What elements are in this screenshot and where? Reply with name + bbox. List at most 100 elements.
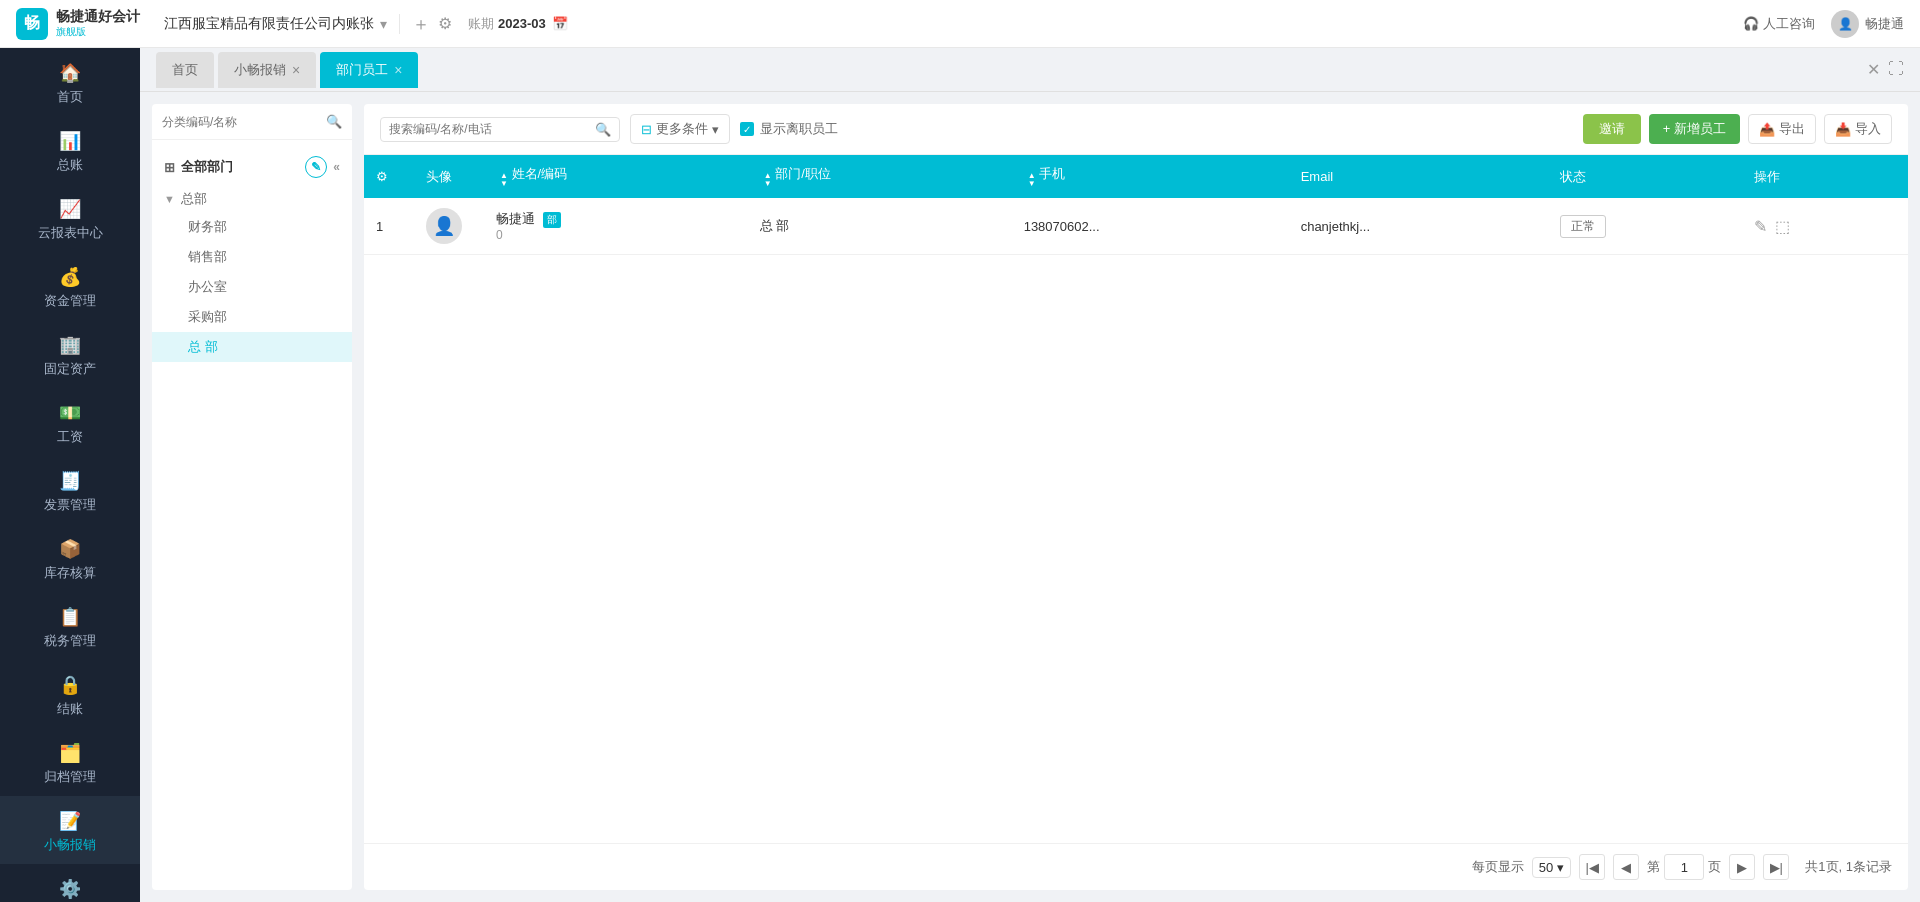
company-name[interactable]: 江西服宝精品有限责任公司内账张 ▾ — [164, 15, 387, 33]
employee-dept-badge: 部 — [543, 212, 561, 228]
cell-email: chanjethkj... — [1289, 198, 1548, 255]
sidebar-item-closing[interactable]: 🔒 结账 — [0, 660, 140, 728]
tab-close-all-icon[interactable]: ✕ — [1867, 60, 1880, 79]
col-dept-position[interactable]: ▲▼ 部门/职位 — [748, 155, 1012, 198]
main-layout: 🏠 首页 📊 总账 📈 云报表中心 💰 资金管理 🏢 固定资产 💵 工资 🧾 发… — [0, 48, 1920, 902]
edit-employee-icon[interactable]: ✎ — [1754, 217, 1767, 236]
dept-search-input[interactable] — [162, 115, 320, 129]
add-company-button[interactable]: ＋ — [412, 12, 430, 36]
total-info: 共1页, 1条记录 — [1805, 858, 1892, 876]
sidebar-item-invoice[interactable]: 🧾 发票管理 — [0, 456, 140, 524]
tab-dept-close[interactable]: × — [394, 62, 402, 78]
add-employee-button[interactable]: + 新增员工 — [1649, 114, 1740, 144]
sidebar-item-funds[interactable]: 💰 资金管理 — [0, 252, 140, 320]
export-button[interactable]: 📤 导出 — [1748, 114, 1816, 144]
import-label: 导入 — [1855, 120, 1881, 138]
dept-child-general[interactable]: 总 部 — [152, 332, 352, 362]
sidebar-item-salary[interactable]: 💵 工资 — [0, 388, 140, 456]
content-area: 首页 小畅报销 × 部门员工 × ✕ ⛶ 🔍 — [140, 48, 1920, 902]
page-info: 第 页 — [1647, 854, 1721, 880]
tab-expense-close[interactable]: × — [292, 62, 300, 78]
col-status: 状态 — [1548, 155, 1742, 198]
toolbar-right: 邀请 + 新增员工 📤 导出 📥 导入 — [1583, 114, 1892, 144]
sidebar-item-settings[interactable]: ⚙️ 基础设置 — [0, 864, 140, 902]
show-resigned-checkbox[interactable] — [740, 122, 754, 136]
header-settings-icon[interactable]: ⚙ — [438, 14, 452, 33]
page-label: 第 — [1647, 858, 1660, 876]
invite-button[interactable]: 邀请 — [1583, 114, 1641, 144]
col-name-code[interactable]: ▲▼ 姓名/编码 — [484, 155, 748, 198]
col-email: Email — [1289, 155, 1548, 198]
home-icon: 🏠 — [59, 62, 81, 84]
expense-icon: 📝 — [59, 810, 81, 832]
sidebar-item-tax[interactable]: 📋 税务管理 — [0, 592, 140, 660]
dept-parent-headquarters[interactable]: ▼ 总部 — [152, 186, 352, 212]
cell-name-code: 畅捷通 部 0 — [484, 198, 748, 255]
page-content: 🔍 ⊞ 全部部门 ✎ « ▼ 总部 财务部 销售部 — [140, 92, 1920, 902]
app-logo-icon: 畅 — [16, 8, 48, 40]
dept-child-purchase[interactable]: 采购部 — [152, 302, 352, 332]
cell-avatar: 👤 — [414, 198, 484, 255]
sidebar-item-assets[interactable]: 🏢 固定资产 — [0, 320, 140, 388]
user-area[interactable]: 👤 畅捷通 — [1831, 10, 1904, 38]
closing-icon: 🔒 — [59, 674, 81, 696]
tab-dept-label: 部门员工 — [336, 61, 388, 79]
user-avatar: 👤 — [1831, 10, 1859, 38]
col-avatar: 头像 — [414, 155, 484, 198]
tab-home[interactable]: 首页 — [156, 52, 214, 88]
col-settings[interactable]: ⚙ — [364, 155, 414, 198]
filter-button[interactable]: ⊟ 更多条件 ▾ — [630, 114, 730, 144]
ledger-icon: 📊 — [59, 130, 81, 152]
dept-edit-icon[interactable]: ✎ — [305, 156, 327, 178]
per-page-label: 每页显示 — [1472, 858, 1524, 876]
employee-code: 0 — [496, 228, 736, 242]
employee-search-icon[interactable]: 🔍 — [595, 122, 611, 137]
table-row: 1 👤 畅捷通 部 0 — [364, 198, 1908, 255]
last-page-button[interactable]: ▶| — [1763, 854, 1789, 880]
calendar-icon[interactable]: 📅 — [552, 16, 568, 31]
cell-phone: 138070602... — [1012, 198, 1289, 255]
sidebar-item-expense[interactable]: 📝 小畅报销 — [0, 796, 140, 864]
show-resigned-label: 显示离职员工 — [760, 120, 838, 138]
sidebar-item-ledger[interactable]: 📊 总账 — [0, 116, 140, 184]
salary-icon: 💵 — [59, 402, 81, 424]
period-value: 2023-03 — [498, 16, 546, 31]
company-dropdown-arrow[interactable]: ▾ — [380, 16, 387, 32]
sort-icon-name: ▲▼ — [500, 172, 508, 188]
header-right: 🎧 人工咨询 👤 畅捷通 — [1743, 10, 1904, 38]
dept-tree: ⊞ 全部部门 ✎ « ▼ 总部 财务部 销售部 办公室 采购部 总 部 — [152, 140, 352, 890]
dept-collapse-icon[interactable]: « — [333, 160, 340, 174]
consultant-button[interactable]: 🎧 人工咨询 — [1743, 15, 1815, 33]
page-suffix: 页 — [1708, 858, 1721, 876]
grid-icon: ⊞ — [164, 160, 175, 175]
employee-search-input[interactable] — [389, 122, 589, 136]
next-page-button[interactable]: ▶ — [1729, 854, 1755, 880]
sidebar-item-home[interactable]: 🏠 首页 — [0, 48, 140, 116]
filter-dropdown-icon: ▾ — [712, 122, 719, 137]
tab-bar-actions: ✕ ⛶ — [1867, 60, 1904, 79]
dept-child-office[interactable]: 办公室 — [152, 272, 352, 302]
logout-employee-icon[interactable]: ⬚ — [1775, 217, 1790, 236]
page-input[interactable] — [1664, 854, 1704, 880]
sidebar-item-reports[interactable]: 📈 云报表中心 — [0, 184, 140, 252]
consultant-label: 人工咨询 — [1763, 15, 1815, 33]
app-name: 畅捷通好会计 — [56, 8, 140, 25]
dept-child-finance[interactable]: 财务部 — [152, 212, 352, 242]
funds-icon: 💰 — [59, 266, 81, 288]
first-page-button[interactable]: |◀ — [1579, 854, 1605, 880]
import-button[interactable]: 📥 导入 — [1824, 114, 1892, 144]
dept-all-item[interactable]: ⊞ 全部部门 ✎ « — [152, 148, 352, 186]
col-phone[interactable]: ▲▼ 手机 — [1012, 155, 1289, 198]
sidebar-item-archive[interactable]: 🗂️ 归档管理 — [0, 728, 140, 796]
prev-page-button[interactable]: ◀ — [1613, 854, 1639, 880]
sidebar-item-inventory[interactable]: 📦 库存核算 — [0, 524, 140, 592]
archive-icon: 🗂️ — [59, 742, 81, 764]
tab-expand-icon[interactable]: ⛶ — [1888, 60, 1904, 79]
show-resigned-toggle[interactable]: 显示离职员工 — [740, 120, 838, 138]
per-page-select[interactable]: 50 ▾ — [1532, 857, 1571, 878]
tab-dept-employee[interactable]: 部门员工 × — [320, 52, 418, 88]
logo-area: 畅 畅捷通好会计 旗舰版 — [16, 8, 156, 40]
dept-child-sales[interactable]: 销售部 — [152, 242, 352, 272]
dept-search-icon[interactable]: 🔍 — [326, 114, 342, 129]
tab-expense[interactable]: 小畅报销 × — [218, 52, 316, 88]
